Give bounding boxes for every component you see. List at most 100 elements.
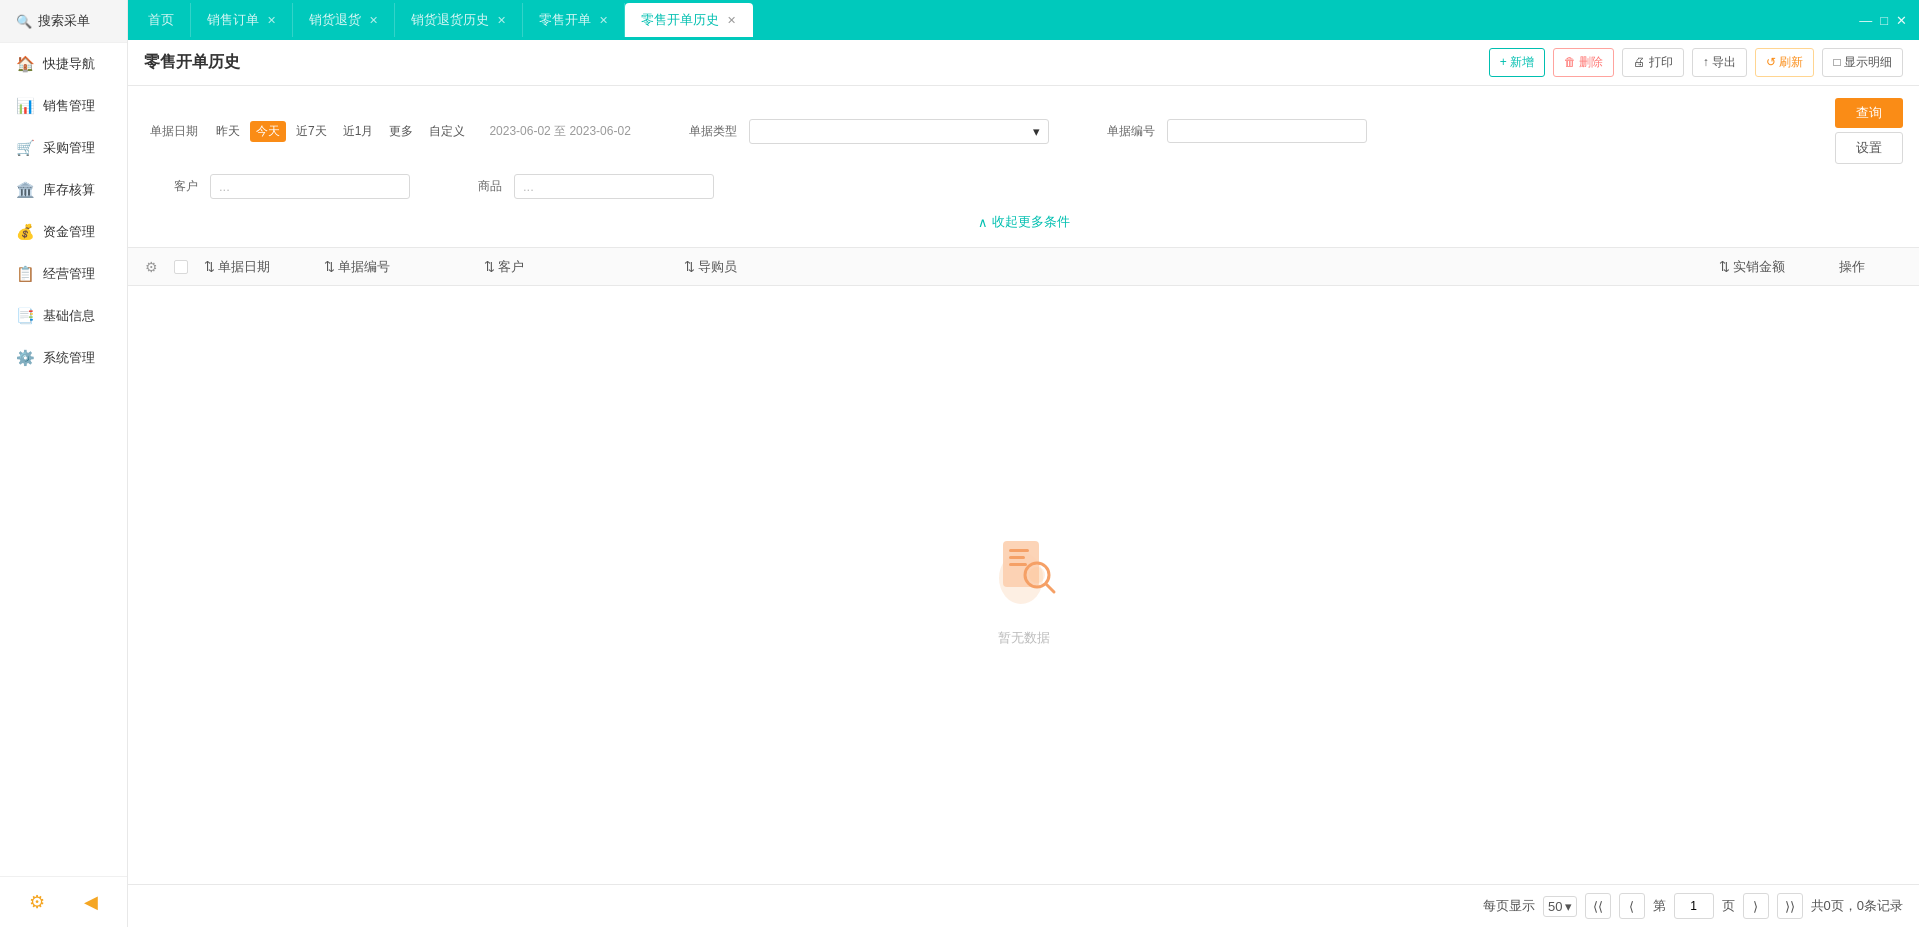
last7-btn[interactable]: 近7天 <box>290 121 333 142</box>
date-shortcuts: 昨天 今天 近7天 近1月 更多 自定义 <box>210 121 471 142</box>
finance-icon: 💰 <box>16 223 35 241</box>
tab-sales-return-history-label: 销货退货历史 <box>411 11 489 29</box>
last1m-btn[interactable]: 近1月 <box>337 121 380 142</box>
svg-line-7 <box>1046 584 1054 592</box>
col-action-label: 操作 <box>1839 258 1865 276</box>
tab-sales-order[interactable]: 销售订单 ✕ <box>191 3 293 37</box>
bill-num-label: 单据编号 <box>1101 123 1155 140</box>
tab-sales-return-label: 销货退货 <box>309 11 361 29</box>
select-all-checkbox[interactable] <box>174 260 188 274</box>
sidebar-item-sys-mgmt[interactable]: ⚙️ 系统管理 <box>0 337 127 379</box>
sidebar-search[interactable]: 🔍 搜索采单 <box>0 0 127 43</box>
page-size-select[interactable]: 50 ▾ <box>1543 896 1576 917</box>
filter-row-2: 客户 ... 商品 ... <box>144 174 1903 199</box>
yesterday-btn[interactable]: 昨天 <box>210 121 246 142</box>
page-number-input[interactable] <box>1674 893 1714 919</box>
sys-icon: ⚙️ <box>16 349 35 367</box>
sort-icon-amount: ⇅ <box>1719 259 1730 274</box>
empty-state: 暂无数据 <box>128 286 1919 884</box>
per-page-label: 每页显示 <box>1483 897 1535 915</box>
goods-input[interactable]: ... <box>514 174 714 199</box>
col-header-num[interactable]: ⇅ 单据编号 <box>316 258 476 276</box>
add-button[interactable]: + 新增 <box>1489 48 1545 77</box>
sidebar-item-sales-mgmt[interactable]: 📊 销售管理 <box>0 85 127 127</box>
col-num-label: 单据编号 <box>338 258 390 276</box>
col-header-date[interactable]: ⇅ 单据日期 <box>196 258 316 276</box>
customer-input[interactable]: ... <box>210 174 410 199</box>
tab-retail-open-history[interactable]: 零售开单历史 ✕ <box>625 3 753 37</box>
col-header-customer[interactable]: ⇅ 客户 <box>476 258 676 276</box>
page-last-btn[interactable]: ⟩⟩ <box>1777 893 1803 919</box>
col-amount-label: 实销金额 <box>1733 258 1785 276</box>
tab-home[interactable]: 首页 <box>132 3 191 37</box>
main-area: 首页 销售订单 ✕ 销货退货 ✕ 销货退货历史 ✕ 零售开单 ✕ 零售开单历史 … <box>128 0 1919 927</box>
table-settings-icon[interactable]: ⚙ <box>136 259 166 275</box>
display-detail-button[interactable]: □ 显示明细 <box>1822 48 1903 77</box>
bill-type-select[interactable]: ▾ <box>749 119 1049 144</box>
page-first-btn[interactable]: ⟨⟨ <box>1585 893 1611 919</box>
window-close[interactable]: ✕ <box>1896 13 1907 28</box>
sidebar-item-basic-info[interactable]: 📑 基础信息 <box>0 295 127 337</box>
tab-sales-return[interactable]: 销货退货 ✕ <box>293 3 395 37</box>
tab-retail-open-close[interactable]: ✕ <box>599 14 608 27</box>
sidebar-item-inventory[interactable]: 🏛️ 库存核算 <box>0 169 127 211</box>
tab-sales-return-history[interactable]: 销货退货历史 ✕ <box>395 3 523 37</box>
svg-rect-3 <box>1009 556 1025 559</box>
filter-collapse-divider: ∧ 收起更多条件 <box>144 209 1903 235</box>
total-label: 共0页，0条记录 <box>1811 897 1903 915</box>
customer-label: 客户 <box>144 178 198 195</box>
settings-footer-icon[interactable]: ⚙ <box>29 891 45 913</box>
sidebar-item-quick-nav[interactable]: 🏠 快捷导航 <box>0 43 127 85</box>
sidebar-item-label: 库存核算 <box>43 181 95 199</box>
tab-bar-right: — □ ✕ <box>1859 13 1915 28</box>
date-range-display: 2023-06-02 至 2023-06-02 <box>489 123 630 140</box>
svg-rect-4 <box>1009 563 1027 566</box>
operation-icon: 📋 <box>16 265 35 283</box>
sidebar-item-purchase-mgmt[interactable]: 🛒 采购管理 <box>0 127 127 169</box>
print-button[interactable]: 🖨 打印 <box>1622 48 1683 77</box>
collapse-label: 收起更多条件 <box>992 213 1070 231</box>
query-button[interactable]: 查询 <box>1835 98 1903 128</box>
table-header: ⚙ ⇅ 单据日期 ⇅ 单据编号 ⇅ 客户 ⇅ 导购员 ⇅ <box>128 248 1919 286</box>
col-header-amount[interactable]: ⇅ 实销金额 <box>1711 258 1831 276</box>
page-prev-btn[interactable]: ⟨ <box>1619 893 1645 919</box>
table-select-all[interactable] <box>166 260 196 274</box>
goods-placeholder: ... <box>523 179 534 194</box>
delete-button[interactable]: 🗑 删除 <box>1553 48 1614 77</box>
sidebar-item-label: 基础信息 <box>43 307 95 325</box>
refresh-button[interactable]: ↺ 刷新 <box>1755 48 1814 77</box>
purchase-icon: 🛒 <box>16 139 35 157</box>
window-maximize[interactable]: □ <box>1880 13 1888 28</box>
sidebar-item-finance[interactable]: 💰 资金管理 <box>0 211 127 253</box>
today-btn[interactable]: 今天 <box>250 121 286 142</box>
sort-icon-customer: ⇅ <box>484 259 495 274</box>
collapse-footer-icon[interactable]: ◀ <box>84 891 98 913</box>
tab-retail-open-label: 零售开单 <box>539 11 591 29</box>
toolbar: 零售开单历史 + 新增 🗑 删除 🖨 打印 ↑ 导出 ↺ 刷新 □ 显示明细 <box>128 40 1919 86</box>
custom-btn[interactable]: 自定义 <box>423 121 471 142</box>
more-btn[interactable]: 更多 <box>383 121 419 142</box>
empty-text: 暂无数据 <box>998 629 1050 647</box>
sidebar-item-operation[interactable]: 📋 经营管理 <box>0 253 127 295</box>
page-title: 零售开单历史 <box>144 52 240 73</box>
filter-settings-button[interactable]: 设置 <box>1835 132 1903 164</box>
sidebar-item-label: 快捷导航 <box>43 55 95 73</box>
bill-num-input[interactable] <box>1167 119 1367 143</box>
collapse-button[interactable]: ∧ 收起更多条件 <box>974 209 1074 235</box>
sidebar: 🔍 搜索采单 🏠 快捷导航 📊 销售管理 🛒 采购管理 🏛️ 库存核算 💰 资金… <box>0 0 128 927</box>
bill-type-label: 单据类型 <box>683 123 737 140</box>
col-header-guide[interactable]: ⇅ 导购员 <box>676 258 796 276</box>
page-next-btn[interactable]: ⟩ <box>1743 893 1769 919</box>
home-icon: 🏠 <box>16 55 35 73</box>
tab-sales-return-close[interactable]: ✕ <box>369 14 378 27</box>
tab-retail-open-history-label: 零售开单历史 <box>641 11 719 29</box>
sidebar-item-label: 销售管理 <box>43 97 95 115</box>
page-label: 第 <box>1653 897 1666 915</box>
tab-retail-open[interactable]: 零售开单 ✕ <box>523 3 625 37</box>
tab-retail-open-history-close[interactable]: ✕ <box>727 14 736 27</box>
tab-sales-order-close[interactable]: ✕ <box>267 14 276 27</box>
export-button[interactable]: ↑ 导出 <box>1692 48 1747 77</box>
tab-sales-return-history-close[interactable]: ✕ <box>497 14 506 27</box>
window-minimize[interactable]: — <box>1859 13 1872 28</box>
query-settings-group: 查询 设置 <box>1835 98 1903 164</box>
